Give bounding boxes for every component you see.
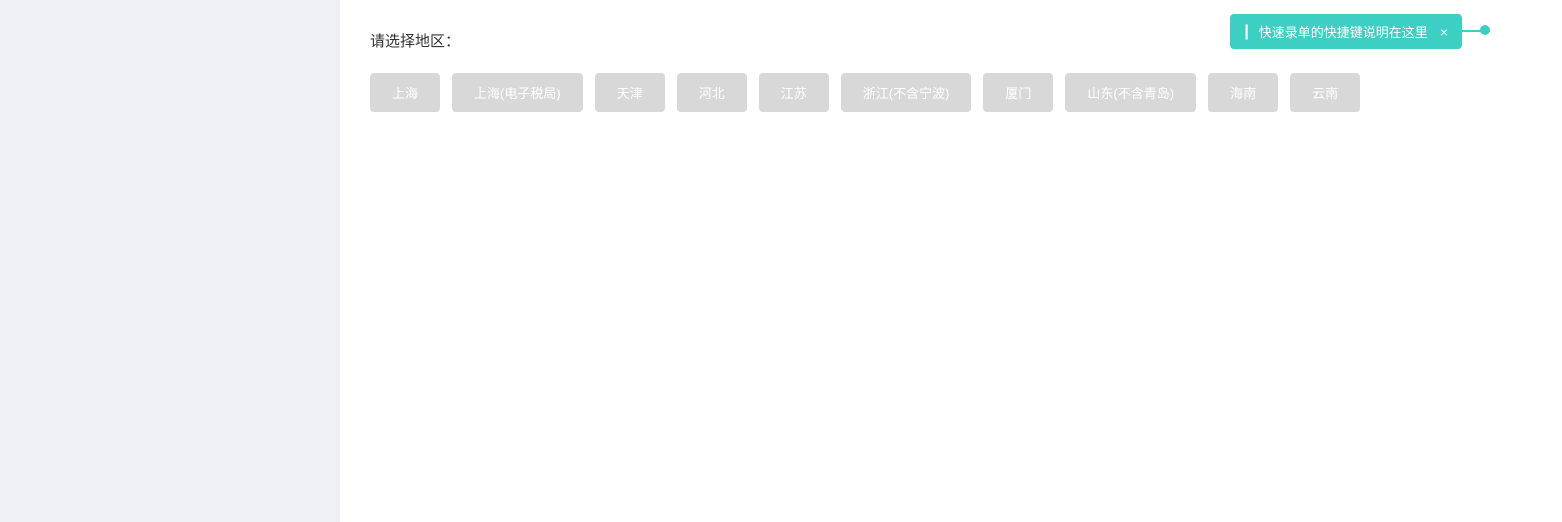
region-btn-shanghai[interactable]: 上海 bbox=[370, 73, 440, 112]
main-content: 请选择地区： 上海 上海(电子税局) 天津 河北 江苏 浙江(不含宁波) 厦门 … bbox=[340, 0, 1562, 522]
region-btn-zhejiang[interactable]: 浙江(不含宁波) bbox=[841, 73, 972, 112]
region-btn-yunnan[interactable]: 云南 bbox=[1290, 73, 1360, 112]
region-btn-tianjin[interactable]: 天津 bbox=[595, 73, 665, 112]
region-btn-xiamen[interactable]: 厦门 bbox=[983, 73, 1053, 112]
tooltip-bar: 快速录单的快捷键说明在这里 × bbox=[1230, 14, 1462, 49]
region-btn-shanghai-etax[interactable]: 上海(电子税局) bbox=[452, 73, 583, 112]
left-sidebar bbox=[0, 0, 340, 522]
tooltip-dot bbox=[1480, 25, 1490, 35]
region-buttons: 上海 上海(电子税局) 天津 河北 江苏 浙江(不含宁波) 厦门 山东(不含青岛… bbox=[370, 73, 1532, 112]
region-btn-shandong[interactable]: 山东(不含青岛) bbox=[1065, 73, 1196, 112]
region-btn-hainan[interactable]: 海南 bbox=[1208, 73, 1278, 112]
tooltip-close-button[interactable]: × bbox=[1440, 24, 1448, 40]
region-btn-hebei[interactable]: 河北 bbox=[677, 73, 747, 112]
tooltip-text: 快速录单的快捷键说明在这里 bbox=[1259, 22, 1428, 41]
region-btn-jiangsu[interactable]: 江苏 bbox=[759, 73, 829, 112]
